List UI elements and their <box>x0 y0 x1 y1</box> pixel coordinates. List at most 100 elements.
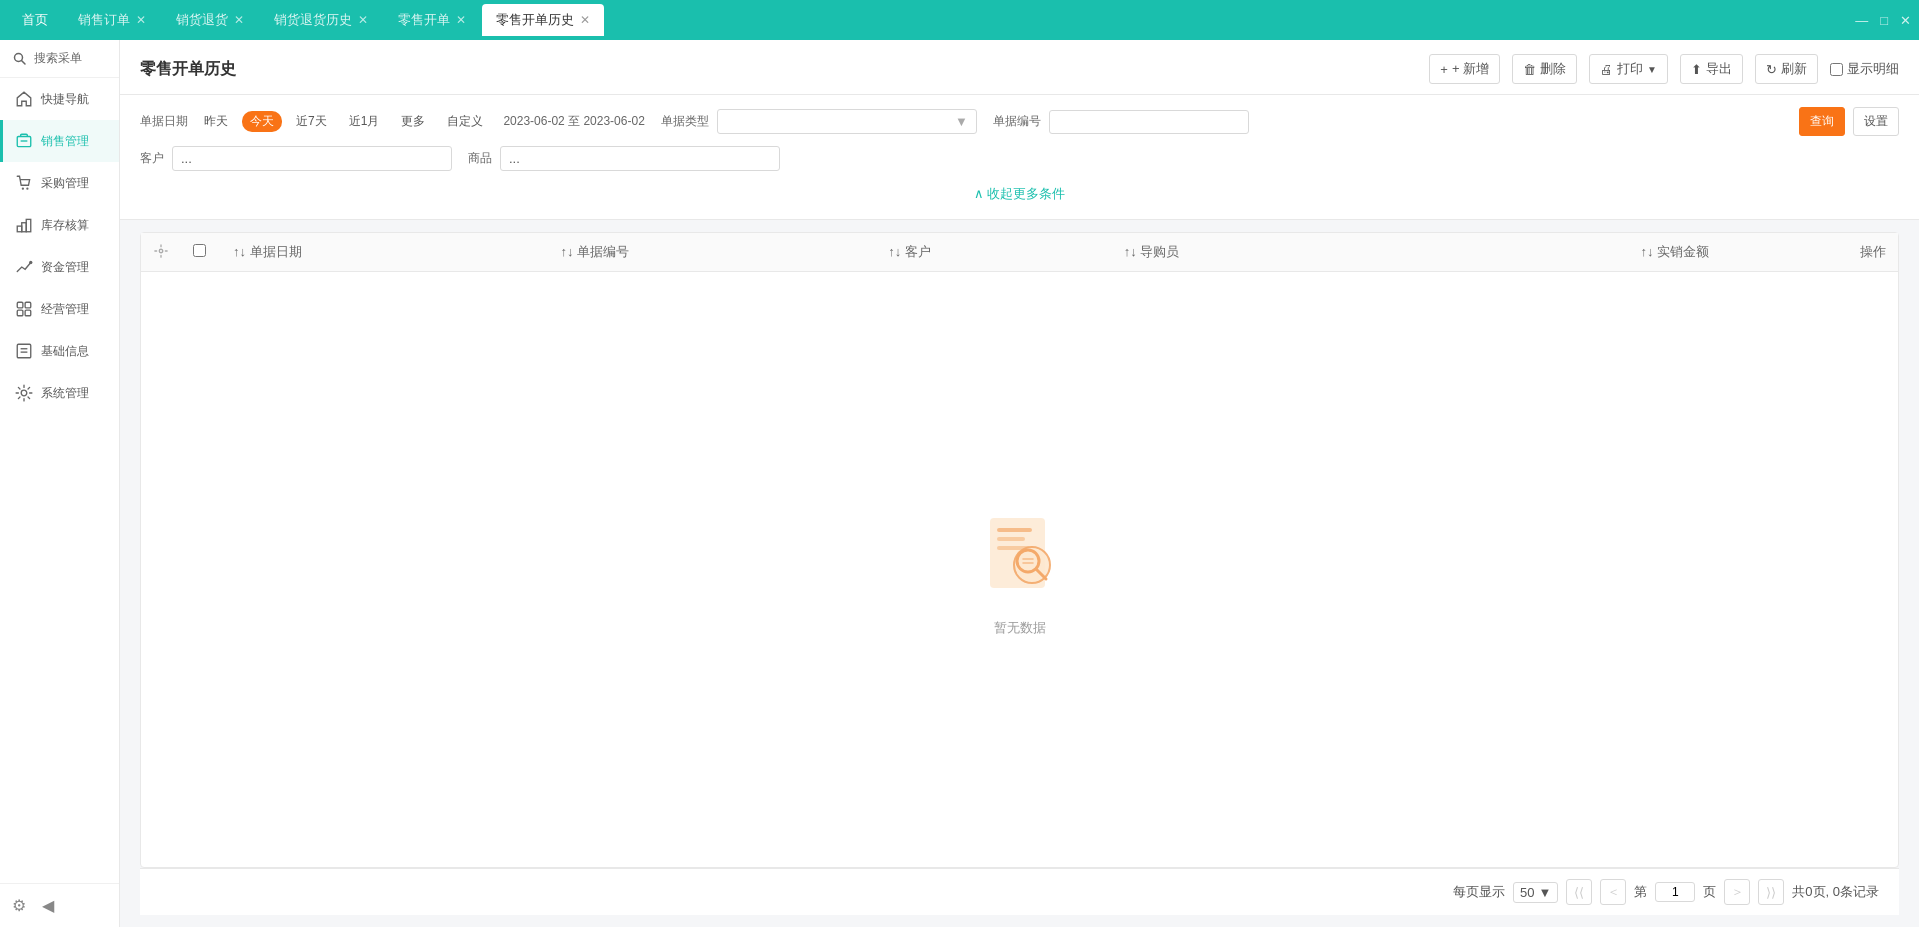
doc-type-filter: 单据类型 ▼ <box>661 109 977 134</box>
tab-sales-order[interactable]: 销售订单 ✕ <box>64 4 160 36</box>
refresh-icon: ↻ <box>1766 62 1777 77</box>
sidebar-bottom: ⚙ ◀ <box>0 883 119 927</box>
empty-icon <box>970 503 1070 603</box>
date-1month[interactable]: 近1月 <box>341 111 388 132</box>
date-today[interactable]: 今天 <box>242 111 282 132</box>
select-all-checkbox[interactable] <box>193 244 206 257</box>
svg-point-17 <box>21 390 27 396</box>
date-shortcuts: 昨天 今天 近7天 近1月 更多 自定义 <box>196 111 491 132</box>
tab-retail-open-history[interactable]: 零售开单历史 ✕ <box>482 4 604 36</box>
inventory-icon <box>15 216 33 234</box>
sales-icon <box>15 132 33 150</box>
customer-label: 客户 <box>140 150 164 167</box>
sidebar-item-purchase-mgmt[interactable]: 采购管理 <box>0 162 119 204</box>
date-7days[interactable]: 近7天 <box>288 111 335 132</box>
customer-filter: 客户 ... <box>140 146 452 171</box>
svg-rect-12 <box>17 310 23 316</box>
doc-no-input[interactable] <box>1049 110 1249 134</box>
date-yesterday[interactable]: 昨天 <box>196 111 236 132</box>
main-layout: 搜索采单 快捷导航 销售管理 采购管理 <box>0 40 1919 927</box>
col-checkbox[interactable] <box>181 233 221 272</box>
doc-type-select[interactable]: ▼ <box>717 109 977 134</box>
sidebar-item-system[interactable]: 系统管理 <box>0 372 119 414</box>
tab-retail-open-label: 零售开单 <box>398 11 450 29</box>
col-doc-no-label: ↑↓ 单据编号 <box>561 244 630 259</box>
last-page-btn[interactable]: ⟩⟩ <box>1758 879 1784 905</box>
query-button[interactable]: 查询 <box>1799 107 1845 136</box>
export-button[interactable]: ⬆ 导出 <box>1680 54 1743 84</box>
svg-point-18 <box>159 249 163 253</box>
print-label: 打印 <box>1617 60 1643 78</box>
svg-point-4 <box>22 188 24 190</box>
date-custom[interactable]: 自定义 <box>439 111 491 132</box>
date-filter: 单据日期 昨天 今天 近7天 近1月 更多 自定义 2023-06-02 至 2… <box>140 111 645 132</box>
tab-sales-order-close[interactable]: ✕ <box>136 13 146 27</box>
date-more[interactable]: 更多 <box>393 111 433 132</box>
delete-label: 删除 <box>1540 60 1566 78</box>
refresh-button[interactable]: ↻ 刷新 <box>1755 54 1818 84</box>
sidebar-item-sales-mgmt-label: 销售管理 <box>41 133 89 150</box>
print-icon: 🖨 <box>1600 62 1613 77</box>
page-label: 页 <box>1703 883 1716 901</box>
sidebar-item-finance[interactable]: 资金管理 <box>0 246 119 288</box>
page-size-value: 50 <box>1520 885 1534 900</box>
next-page-btn[interactable]: ＞ <box>1724 879 1750 905</box>
collapse-icon: ∧ <box>974 186 984 201</box>
page-size-select[interactable]: 50 ▼ <box>1513 882 1558 903</box>
sidebar-item-inventory[interactable]: 库存核算 <box>0 204 119 246</box>
delete-button[interactable]: 🗑 删除 <box>1512 54 1577 84</box>
col-amount[interactable]: ↑↓ 实销金额 <box>1393 233 1721 272</box>
col-doc-date[interactable]: ↑↓ 单据日期 <box>221 233 549 272</box>
col-guide[interactable]: ↑↓ 导购员 <box>1112 233 1394 272</box>
search-icon <box>12 51 28 67</box>
first-page-btn[interactable]: ⟨⟨ <box>1566 879 1592 905</box>
sidebar-item-sales-mgmt[interactable]: 销售管理 <box>0 120 119 162</box>
svg-rect-11 <box>25 302 31 308</box>
sidebar-settings-btn[interactable]: ⚙ <box>12 896 26 915</box>
tab-sales-return-history[interactable]: 销货退货历史 ✕ <box>260 4 382 36</box>
page-size-arrow: ▼ <box>1538 885 1551 900</box>
filter-collapse[interactable]: ∧ 收起更多条件 <box>140 181 1899 207</box>
print-button[interactable]: 🖨 打印 ▼ <box>1589 54 1668 84</box>
tab-sales-return-history-close[interactable]: ✕ <box>358 13 368 27</box>
col-doc-no[interactable]: ↑↓ 单据编号 <box>549 233 877 272</box>
display-detail-checkbox[interactable] <box>1830 63 1843 76</box>
page-header: 零售开单历史 + + 新增 🗑 删除 🖨 打印 ▼ <box>120 40 1919 95</box>
no-data-illustration <box>970 503 1070 603</box>
sidebar-item-operations[interactable]: 经营管理 <box>0 288 119 330</box>
sidebar-search[interactable]: 搜索采单 <box>0 40 119 78</box>
prev-page-btn[interactable]: ＜ <box>1600 879 1626 905</box>
sidebar-collapse-btn[interactable]: ◀ <box>42 896 54 915</box>
delete-icon: 🗑 <box>1523 62 1536 77</box>
tab-retail-open[interactable]: 零售开单 ✕ <box>384 4 480 36</box>
svg-rect-14 <box>17 344 31 358</box>
sidebar-item-quick-nav[interactable]: 快捷导航 <box>0 78 119 120</box>
sidebar-item-operations-label: 经营管理 <box>41 301 89 318</box>
col-amount-label: ↑↓ 实销金额 <box>1640 244 1709 259</box>
tab-sales-return-close[interactable]: ✕ <box>234 13 244 27</box>
settings-button[interactable]: 设置 <box>1853 107 1899 136</box>
page-number-input[interactable] <box>1655 882 1695 902</box>
tab-sales-return[interactable]: 销货退货 ✕ <box>162 4 258 36</box>
maximize-btn[interactable]: □ <box>1880 13 1888 28</box>
doc-type-label: 单据类型 <box>661 113 709 130</box>
customer-select[interactable]: ... <box>172 146 452 171</box>
add-button[interactable]: + + 新增 <box>1429 54 1500 84</box>
minimize-btn[interactable]: — <box>1855 13 1868 28</box>
tab-retail-open-history-close[interactable]: ✕ <box>580 13 590 27</box>
print-dropdown-icon: ▼ <box>1647 64 1657 75</box>
tab-retail-open-close[interactable]: ✕ <box>456 13 466 27</box>
col-doc-date-label: ↑↓ 单据日期 <box>233 244 302 259</box>
col-settings[interactable] <box>141 233 181 272</box>
product-select[interactable]: ... <box>500 146 780 171</box>
customer-value: ... <box>181 151 192 166</box>
close-btn[interactable]: ✕ <box>1900 13 1911 28</box>
col-guide-label: ↑↓ 导购员 <box>1124 244 1180 259</box>
col-operation-label: 操作 <box>1860 244 1886 259</box>
sidebar-item-inventory-label: 库存核算 <box>41 217 89 234</box>
col-customer[interactable]: ↑↓ 客户 <box>876 233 1112 272</box>
sidebar-item-basic-info[interactable]: 基础信息 <box>0 330 119 372</box>
dropdown-arrow-icon: ▼ <box>955 114 968 129</box>
tab-home[interactable]: 首页 <box>8 4 62 36</box>
total-label: 共0页, 0条记录 <box>1792 883 1879 901</box>
